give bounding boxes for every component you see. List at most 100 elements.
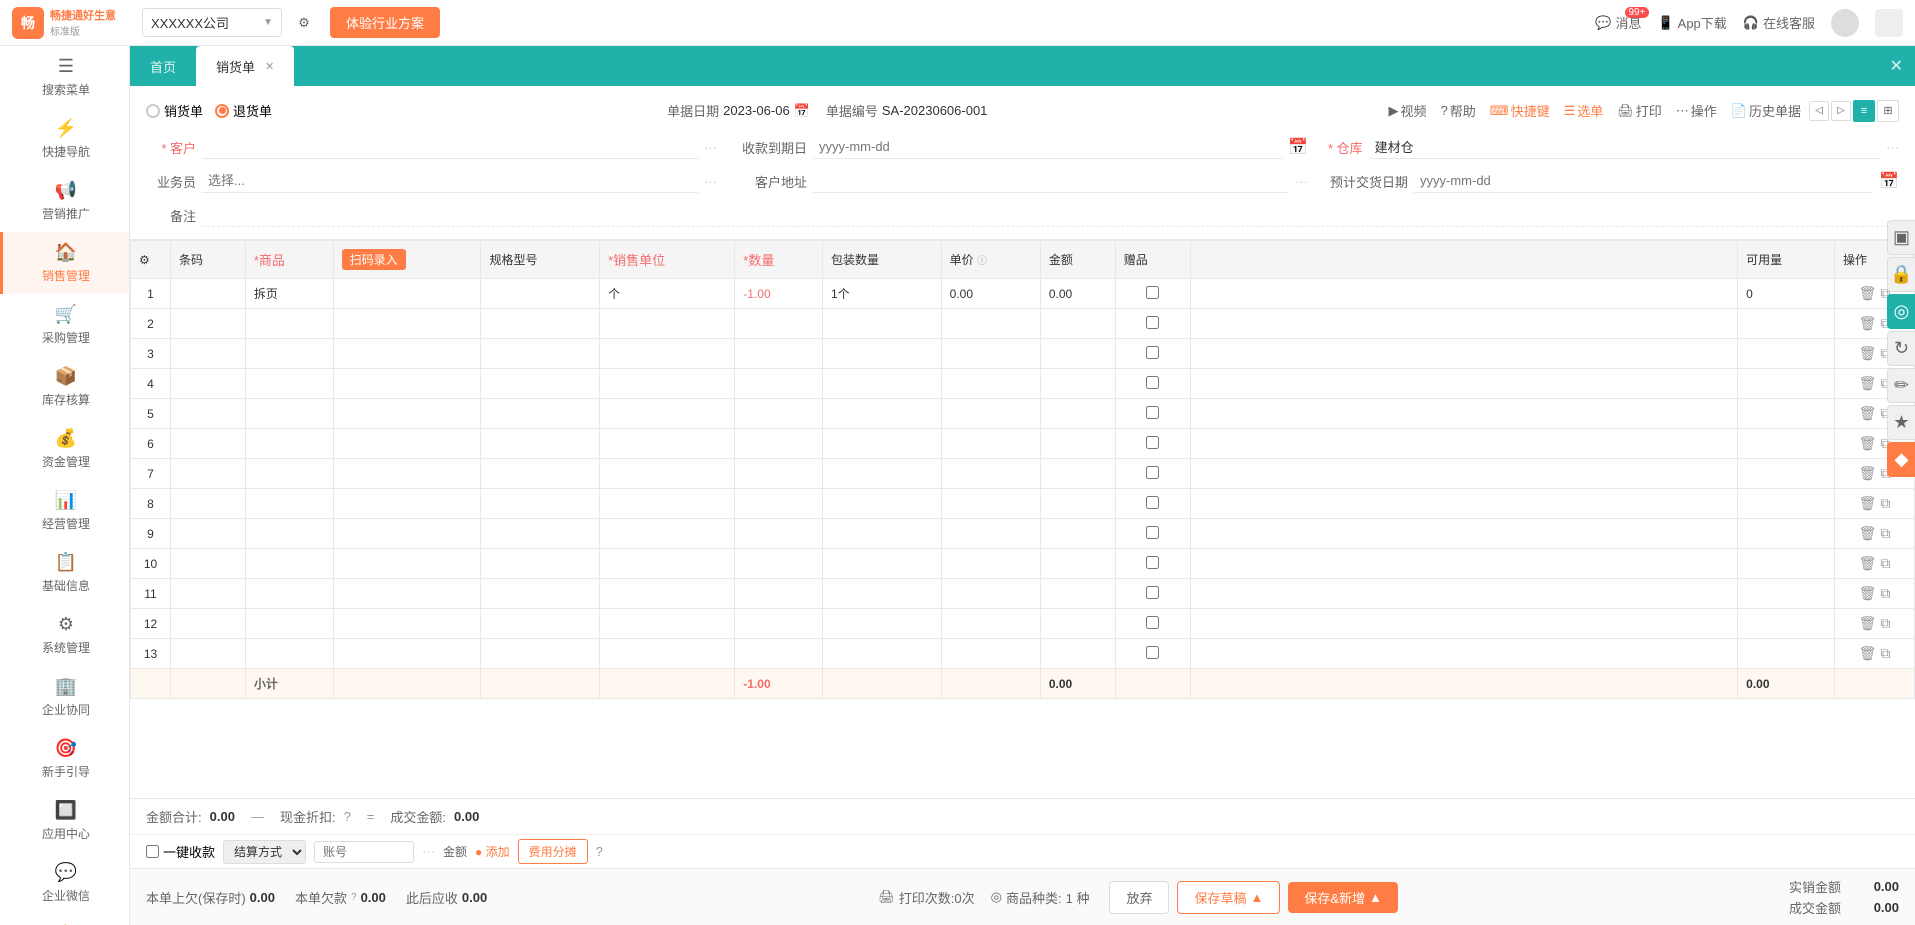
sfb-6[interactable]: ★ <box>1887 405 1915 440</box>
payment-cb-input[interactable] <box>146 845 159 858</box>
sfb-3[interactable]: ◎ <box>1887 294 1915 329</box>
gift-checkbox[interactable] <box>1146 466 1159 479</box>
expected-date-calendar-icon[interactable]: 📅 <box>1879 171 1899 191</box>
save-new-btn[interactable]: 保存&新增 ▲ <box>1288 882 1398 913</box>
settlement-select[interactable]: 结算方式 <box>223 840 306 864</box>
app-download-btn[interactable]: 📱 App下载 <box>1657 13 1726 32</box>
account-more-icon[interactable]: ··· <box>422 844 435 859</box>
copy-icon[interactable]: ⧉ <box>1880 555 1890 572</box>
next-btn[interactable]: ▷ <box>1831 101 1851 121</box>
copy-icon[interactable]: ⧉ <box>1880 585 1890 602</box>
calendar-icon[interactable]: 📅 <box>794 103 810 119</box>
settings-icon[interactable]: ⚙ <box>290 9 318 37</box>
gift-checkbox[interactable] <box>1146 286 1159 299</box>
address-more-icon[interactable]: ··· <box>1295 174 1308 189</box>
sidebar-item-search[interactable]: ☰ 搜索菜单 <box>0 46 129 108</box>
gift-checkbox[interactable] <box>1146 316 1159 329</box>
sidebar-item-vip[interactable]: ✋ 畅会员 <box>0 914 129 925</box>
customer-input[interactable] <box>202 135 698 159</box>
delete-icon[interactable]: 🗑 <box>1859 435 1877 452</box>
delete-icon[interactable]: 🗑 <box>1859 375 1877 392</box>
sidebar-item-wechat[interactable]: 💬 企业微信 <box>0 852 129 914</box>
avatar[interactable] <box>1831 9 1859 37</box>
sfb-1[interactable]: ▣ <box>1887 220 1915 255</box>
toolbar-video-btn[interactable]: ▶ 视频 <box>1383 98 1433 123</box>
gift-checkbox[interactable] <box>1146 586 1159 599</box>
gift-checkbox[interactable] <box>1146 376 1159 389</box>
experience-btn[interactable]: 体验行业方案 <box>330 7 440 38</box>
gift-checkbox[interactable] <box>1146 646 1159 659</box>
save-draft-btn[interactable]: 保存草稿 ▲ <box>1177 881 1280 914</box>
sidebar-item-purchase[interactable]: 🛒 采购管理 <box>0 294 129 356</box>
sidebar-item-sales[interactable]: 🏠 销售管理 <box>0 232 129 294</box>
view-grid-btn[interactable]: ⊞ <box>1877 100 1899 122</box>
delete-icon[interactable]: 🗑 <box>1859 555 1877 572</box>
sidebar-item-marketing[interactable]: 📢 营销推广 <box>0 170 129 232</box>
delete-icon[interactable]: 🗑 <box>1859 315 1877 332</box>
radio-sales[interactable]: 销货单 <box>146 101 203 120</box>
warehouse-input[interactable] <box>1369 135 1880 159</box>
tab-home[interactable]: 首页 <box>130 46 196 86</box>
salesperson-more-icon[interactable]: ··· <box>704 174 717 189</box>
gift-checkbox[interactable] <box>1146 436 1159 449</box>
toolbar-shortcut-btn[interactable]: ⌨ 快捷键 <box>1484 98 1556 123</box>
copy-icon[interactable]: ⧉ <box>1880 645 1890 662</box>
tab-close-icon[interactable]: ✕ <box>265 60 274 73</box>
toolbar-filter-btn[interactable]: ☰ 选单 <box>1558 98 1610 123</box>
gift-checkbox[interactable] <box>1146 526 1159 539</box>
gift-checkbox[interactable] <box>1146 406 1159 419</box>
sidebar-item-basic[interactable]: 📋 基础信息 <box>0 542 129 604</box>
close-tab-icon[interactable]: ✕ <box>1878 56 1915 76</box>
customer-address-input[interactable] <box>813 169 1289 193</box>
sfb-7[interactable]: ◆ <box>1887 442 1915 477</box>
customer-more-icon[interactable]: ··· <box>704 140 717 155</box>
sidebar-item-guide[interactable]: 🎯 新手引导 <box>0 728 129 790</box>
radio-return[interactable]: 退货单 <box>215 101 272 120</box>
toolbar-print-btn[interactable]: 🖨 打印 <box>1611 98 1668 123</box>
expense-split-btn[interactable]: 费用分摊 <box>518 839 588 864</box>
message-btn[interactable]: 💬 消息 99+ <box>1595 13 1641 32</box>
remark-input[interactable] <box>202 203 1899 227</box>
sidebar-item-system[interactable]: ⚙ 系统管理 <box>0 604 129 666</box>
copy-icon[interactable]: ⧉ <box>1880 615 1890 632</box>
copy-icon[interactable]: ⧉ <box>1880 495 1890 512</box>
payment-checkbox[interactable]: 一键收款 <box>146 842 215 861</box>
sidebar-item-enterprise[interactable]: 🏢 企业协同 <box>0 666 129 728</box>
gift-checkbox[interactable] <box>1146 616 1159 629</box>
toolbar-ops-btn[interactable]: ⋯ 操作 <box>1670 98 1723 123</box>
salesperson-input[interactable] <box>202 169 698 193</box>
delete-icon[interactable]: 🗑 <box>1859 615 1877 632</box>
account-input[interactable] <box>314 841 414 863</box>
sidebar-item-inventory[interactable]: 📦 库存核算 <box>0 356 129 418</box>
sidebar-item-appcenter[interactable]: 🔲 应用中心 <box>0 790 129 852</box>
col-settings[interactable]: ⚙ <box>131 241 171 279</box>
toolbar-help-btn[interactable]: ? 帮助 <box>1435 98 1482 123</box>
view-list-btn[interactable]: ≡ <box>1853 100 1875 122</box>
delete-icon[interactable]: 🗑 <box>1859 585 1877 602</box>
delete-icon[interactable]: 🗑 <box>1859 285 1877 302</box>
tab-sales-order[interactable]: 销货单 ✕ <box>196 46 294 86</box>
due-date-calendar-icon[interactable]: 📅 <box>1288 137 1308 157</box>
copy-icon[interactable]: ⧉ <box>1880 525 1890 542</box>
delete-icon[interactable]: 🗑 <box>1859 345 1877 362</box>
toolbar-history-btn[interactable]: 📄 历史单据 <box>1725 98 1807 123</box>
sfb-2[interactable]: 🔒 <box>1887 257 1915 292</box>
sfb-5[interactable]: ✏ <box>1887 368 1915 403</box>
abandon-btn[interactable]: 放弃 <box>1109 881 1169 914</box>
gift-checkbox[interactable] <box>1146 346 1159 359</box>
expected-date-input[interactable] <box>1414 169 1873 193</box>
add-expense-btn[interactable]: ● 添加 <box>475 843 510 860</box>
user-menu-btn[interactable] <box>1875 9 1903 37</box>
sidebar-item-quick-nav[interactable]: ⚡ 快捷导航 <box>0 108 129 170</box>
sfb-4[interactable]: ↻ <box>1887 331 1915 366</box>
warehouse-more-icon[interactable]: ··· <box>1886 140 1899 155</box>
prev-btn[interactable]: ◁ <box>1809 101 1829 121</box>
online-service-btn[interactable]: 🎧 在线客服 <box>1743 13 1815 32</box>
delete-icon[interactable]: 🗑 <box>1859 495 1877 512</box>
sidebar-item-operations[interactable]: 📊 经营管理 <box>0 480 129 542</box>
gift-checkbox[interactable] <box>1146 496 1159 509</box>
due-date-input[interactable] <box>813 135 1282 159</box>
gift-checkbox[interactable] <box>1146 556 1159 569</box>
delete-icon[interactable]: 🗑 <box>1859 465 1877 482</box>
delete-icon[interactable]: 🗑 <box>1859 525 1877 542</box>
